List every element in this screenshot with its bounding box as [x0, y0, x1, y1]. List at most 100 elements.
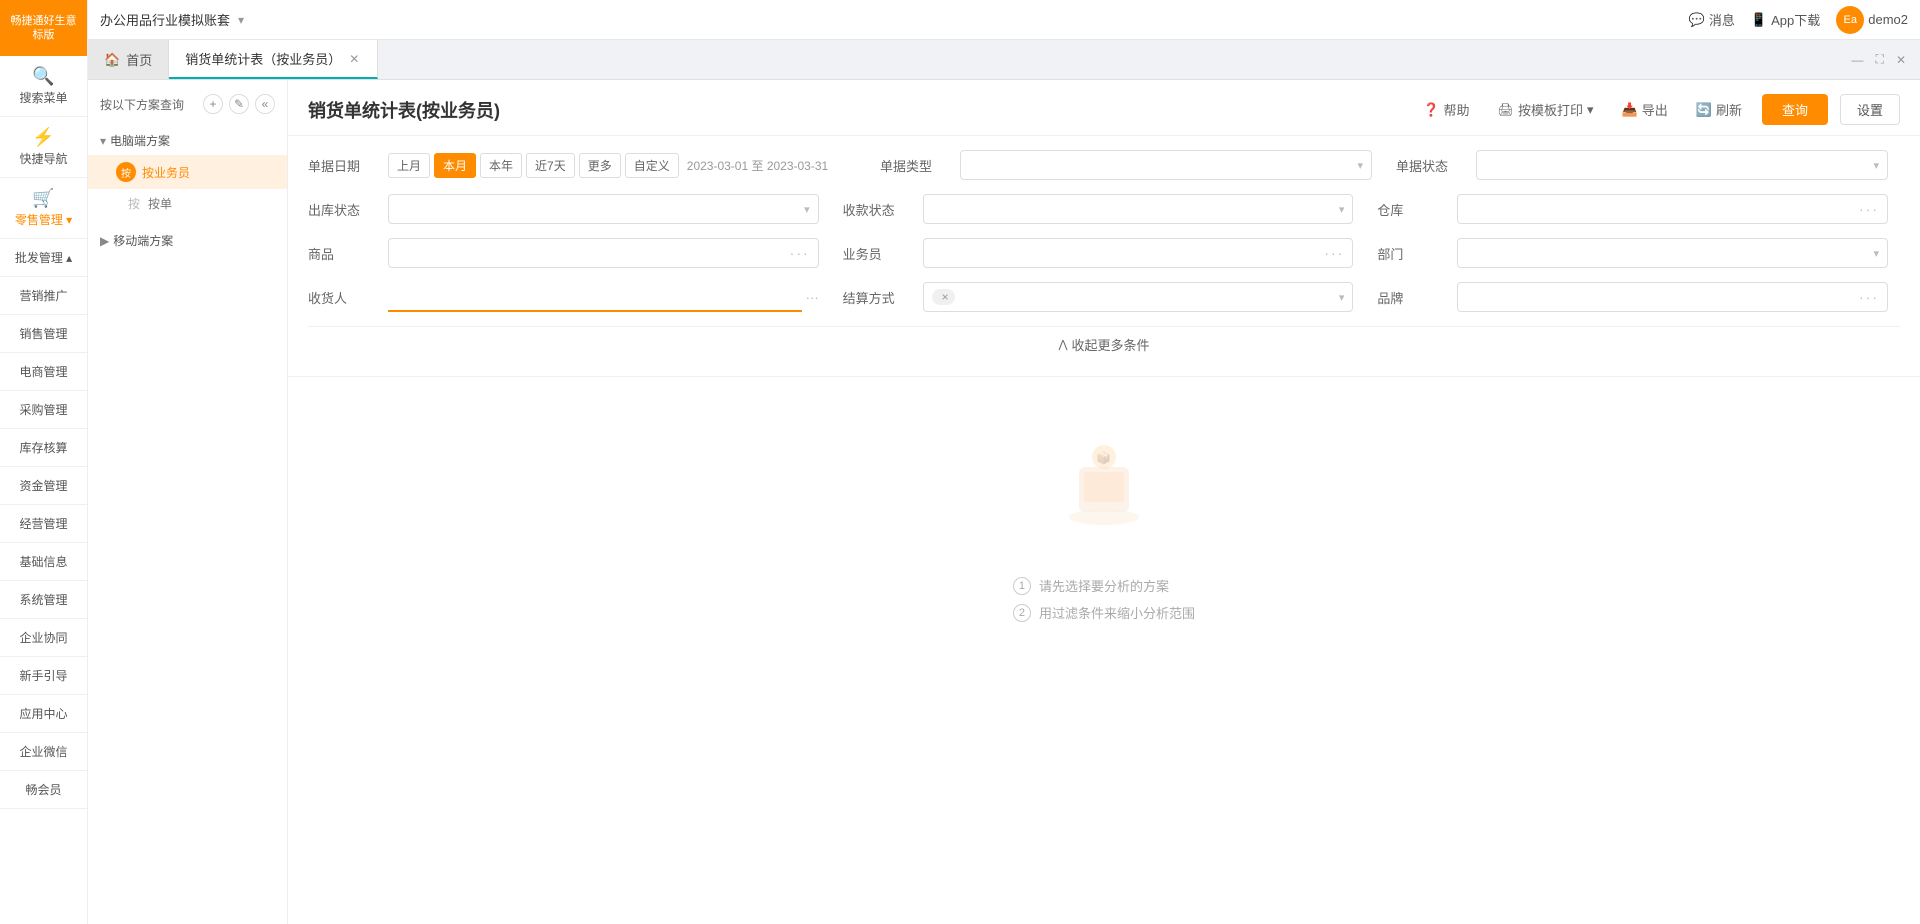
filter-row-2: 出库状态 ▾ 收款状态 ▾ 仓库	[308, 194, 1900, 224]
logo-text: 畅捷通好生意 标版	[11, 14, 77, 43]
mobile-section-title[interactable]: ▶ 移动端方案	[88, 226, 287, 255]
date-label: 单据日期	[308, 156, 388, 175]
user-name: demo2	[1868, 12, 1908, 27]
salesman-select[interactable]: ···	[923, 238, 1354, 268]
sidebar-system-label: 系统管理	[4, 591, 83, 608]
step-num-2: 2	[1013, 604, 1031, 622]
sidebar-operations-label: 经营管理	[4, 515, 83, 532]
message-btn[interactable]: 💬 消息	[1689, 10, 1735, 29]
filter-row-1: 单据日期 上月 本月 本年 近7天 更多 自定义 2023-03-01 至 20…	[308, 150, 1900, 180]
warehouse-select[interactable]: ···	[1457, 194, 1888, 224]
brand-dots: ···	[1859, 289, 1879, 305]
sidebar-item-sales[interactable]: 销售管理	[0, 315, 87, 353]
doc-status-label: 单据状态	[1396, 156, 1476, 175]
sidebar-wechat-label: 企业微信	[4, 743, 83, 760]
refresh-btn[interactable]: 🔄 刷新	[1688, 96, 1750, 123]
consignee-input[interactable]	[388, 282, 802, 312]
app-logo: 畅捷通好生意 标版	[0, 0, 88, 56]
add-scheme-btn[interactable]: +	[203, 94, 223, 114]
close-window-btn[interactable]: ✕	[1894, 51, 1908, 69]
date-more-btn[interactable]: 更多	[579, 153, 621, 178]
sidebar-item-operations[interactable]: 经营管理	[0, 505, 87, 543]
sidebar-item-newuser[interactable]: 新手引导	[0, 657, 87, 695]
scheme-by-order[interactable]: 按 按单	[88, 189, 287, 218]
date-control: 上月 本月 本年 近7天 更多 自定义 2023-03-01 至 2023-03…	[388, 153, 856, 178]
sidebar-item-enterprise[interactable]: 企业协同	[0, 619, 87, 657]
product-select[interactable]: ···	[388, 238, 819, 268]
sidebar-item-system[interactable]: 系统管理	[0, 581, 87, 619]
doc-status-cell: 单据状态 ▾	[1384, 150, 1900, 180]
sidebar-item-purchase[interactable]: 采购管理	[0, 391, 87, 429]
help-icon: ❓	[1423, 102, 1439, 118]
sidebar-shortcut-label: 快捷导航	[4, 150, 83, 167]
sidebar-item-search[interactable]: 🔍 搜索菜单	[0, 56, 87, 117]
sidebar-item-wholesale[interactable]: 批发管理 ▴	[0, 239, 87, 277]
date-this-year-btn[interactable]: 本年	[480, 153, 522, 178]
mobile-section-label: 移动端方案	[113, 232, 173, 249]
mobile-section-arrow: ▶	[100, 234, 109, 248]
sidebar-item-retail[interactable]: 🛒 零售管理 ▾	[0, 178, 87, 239]
filter-row-4: 收货人 ··· 结算方式 × ▾	[308, 282, 1900, 312]
collapse-icon: ⋀	[1058, 338, 1067, 351]
desktop-section-title[interactable]: ▾ 电脑端方案	[88, 126, 287, 155]
retail-icon: 🛒	[4, 188, 83, 209]
collapse-bar[interactable]: ⋀ 收起更多条件	[308, 326, 1900, 362]
date-custom-btn[interactable]: 自定义	[625, 153, 679, 178]
message-label: 消息	[1709, 10, 1735, 29]
user-menu-btn[interactable]: Ea demo2	[1836, 6, 1908, 34]
sidebar-item-member[interactable]: 畅会员	[0, 771, 87, 809]
sidebar-ecommerce-label: 电商管理	[4, 363, 83, 380]
query-btn[interactable]: 查询	[1762, 94, 1828, 125]
payment-method-select[interactable]: × ▾	[923, 282, 1354, 312]
date-last-month-btn[interactable]: 上月	[388, 153, 430, 178]
brand-select[interactable]: ···	[1457, 282, 1888, 312]
dept-chevron: ▾	[1873, 247, 1879, 260]
settings-btn[interactable]: 设置	[1840, 94, 1900, 125]
sidebar-item-basic[interactable]: 基础信息	[0, 543, 87, 581]
export-btn[interactable]: 📥 导出	[1614, 96, 1676, 123]
sidebar-item-finance[interactable]: 资金管理	[0, 467, 87, 505]
collapse-panel-btn[interactable]: «	[255, 94, 275, 114]
template-print-label: 按模板打印	[1518, 100, 1583, 119]
doc-type-select[interactable]: ▾	[960, 150, 1372, 180]
refresh-icon: 🔄	[1696, 102, 1712, 118]
sidebar-item-appcenter[interactable]: 应用中心	[0, 695, 87, 733]
tab-home-label: 首页	[126, 50, 152, 69]
product-label: 商品	[308, 244, 388, 263]
warehouse-label: 仓库	[1377, 200, 1457, 219]
sidebar-item-ecommerce[interactable]: 电商管理	[0, 353, 87, 391]
tab-report[interactable]: 销货单统计表（按业务员） ✕	[169, 40, 378, 79]
date-range-text: 2023-03-01 至 2023-03-31	[687, 157, 828, 174]
out-status-cell: 出库状态 ▾	[308, 194, 831, 224]
sidebar-item-inventory[interactable]: 库存核算	[0, 429, 87, 467]
dept-select[interactable]: ▾	[1457, 238, 1888, 268]
doc-type-label: 单据类型	[880, 156, 960, 175]
empty-state: 📦 1 请先选择要分析的方案 2 用过滤条件来缩小分析范围	[288, 377, 1920, 690]
edit-scheme-btn[interactable]: ✎	[229, 94, 249, 114]
template-print-btn[interactable]: 🖨 按模板打印 ▾	[1490, 96, 1602, 123]
right-panel: 销货单统计表(按业务员) ❓ 帮助 🖨 按模板打印 ▾ 📥 导出	[288, 80, 1920, 924]
empty-step-2: 2 用过滤条件来缩小分析范围	[1013, 603, 1195, 622]
out-status-select[interactable]: ▾	[388, 194, 819, 224]
sidebar-item-wechat[interactable]: 企业微信	[0, 733, 87, 771]
app-download-btn[interactable]: 📱 App下载	[1751, 10, 1820, 29]
payment-method-cell: 结算方式 × ▾	[831, 282, 1366, 312]
date-this-month-btn[interactable]: 本月	[434, 153, 476, 178]
by-salesman-icon: 按	[116, 162, 136, 182]
help-btn[interactable]: ❓ 帮助	[1415, 96, 1477, 123]
maximize-btn[interactable]: ⛶	[1874, 50, 1886, 69]
tab-close-btn[interactable]: ✕	[347, 50, 361, 68]
section-arrow-icon: ▾	[100, 134, 106, 148]
tab-home[interactable]: 🏠 首页	[88, 40, 169, 79]
doc-status-select[interactable]: ▾	[1476, 150, 1888, 180]
subitem-arrow-icon: 按	[128, 195, 140, 212]
payment-tag-close[interactable]: ×	[932, 289, 955, 305]
date-last7-btn[interactable]: 近7天	[526, 153, 575, 178]
topbar-dropdown-btn[interactable]: ▾	[238, 13, 244, 27]
minimize-btn[interactable]: —	[1850, 51, 1866, 69]
payment-tag-x[interactable]: ×	[942, 290, 949, 304]
sidebar-item-shortcut[interactable]: ⚡ 快捷导航	[0, 117, 87, 178]
scheme-by-salesman[interactable]: 按 按业务员	[88, 155, 287, 189]
sidebar-item-marketing[interactable]: 营销推广	[0, 277, 87, 315]
collect-status-select[interactable]: ▾	[923, 194, 1354, 224]
